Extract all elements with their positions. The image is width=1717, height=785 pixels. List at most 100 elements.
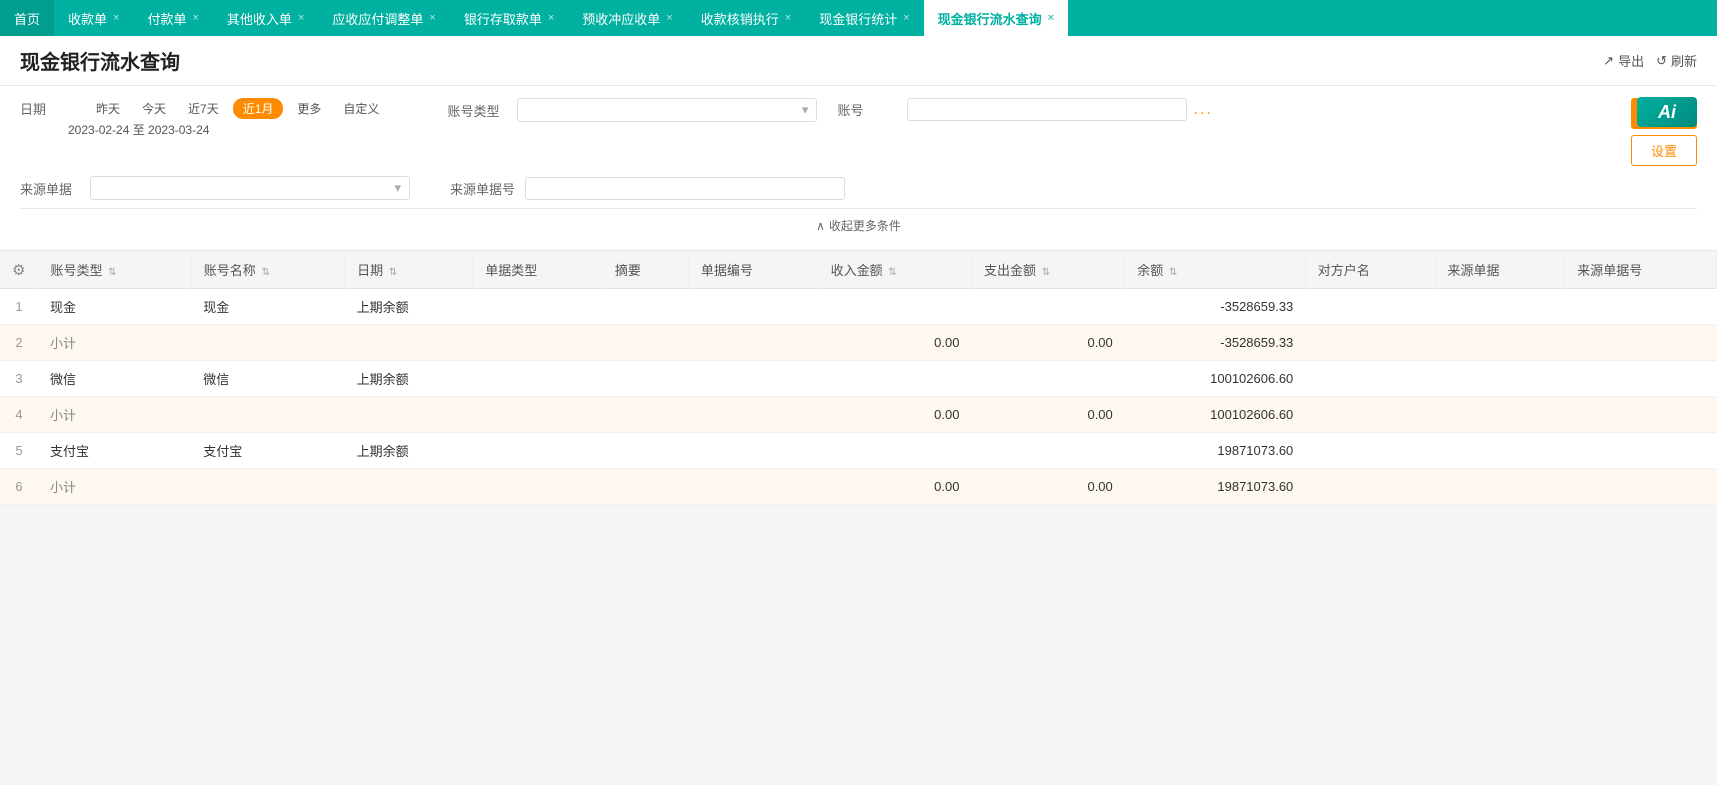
header-actions: ↗ 导出 ↺ 刷新 (1603, 51, 1697, 70)
main-table: ⚙ 账号类型 ⇅ 账号名称 ⇅ 日期 ⇅ 单据类型 摘要 (0, 251, 1717, 505)
cell-date (345, 325, 473, 361)
nav-tab-yingshoutiaozheng[interactable]: 应收应付调整单 × (318, 0, 449, 36)
cell-expense (971, 289, 1124, 325)
date-btn-yesterday[interactable]: 昨天 (88, 98, 128, 119)
col-expense-label: 支出金额 (984, 263, 1036, 278)
nav-close-icon[interactable]: × (903, 12, 909, 24)
nav-tab-shoukuanhexiao[interactable]: 收款核销执行 × (687, 0, 805, 36)
source-doc-num-label: 来源单据号 (450, 179, 515, 198)
settings-button[interactable]: 设置 (1631, 135, 1697, 166)
nav-tab-qitashouru[interactable]: 其他收入单 × (213, 0, 318, 36)
nav-close-icon-active[interactable]: × (1048, 12, 1054, 24)
cell-counter-party (1305, 397, 1435, 433)
cell-balance: 19871073.60 (1125, 469, 1306, 505)
col-source-doc[interactable]: 来源单据 (1435, 251, 1565, 289)
collapse-up-icon: ∧ (816, 219, 825, 233)
top-nav: 首页 收款单 × 付款单 × 其他收入单 × 应收应付调整单 × 银行存取款单 … (0, 0, 1717, 36)
nav-close-icon[interactable]: × (429, 12, 435, 24)
col-doc-type-label: 单据类型 (485, 263, 537, 278)
table-header-row: ⚙ 账号类型 ⇅ 账号名称 ⇅ 日期 ⇅ 单据类型 摘要 (0, 251, 1717, 289)
date-btn-more[interactable]: 更多 (289, 98, 329, 119)
col-summary[interactable]: 摘要 (602, 251, 688, 289)
refresh-label: 刷新 (1671, 51, 1697, 70)
nav-close-icon[interactable]: × (192, 12, 198, 24)
col-account-name[interactable]: 账号名称 ⇅ (191, 251, 344, 289)
filter-area: 日期 昨天 今天 近7天 近1月 更多 自定义 2023-02-24 至 202… (0, 86, 1717, 251)
nav-close-icon[interactable]: × (113, 12, 119, 24)
table-row[interactable]: 2 小计 0.00 0.00 -3528659.33 (0, 325, 1717, 361)
date-btn-custom[interactable]: 自定义 (335, 98, 387, 119)
collapse-button[interactable]: ∧ 收起更多条件 (816, 213, 901, 238)
col-doc-num[interactable]: 单据编号 (688, 251, 818, 289)
nav-close-icon[interactable]: × (548, 12, 554, 24)
cell-date: 上期余额 (345, 289, 473, 325)
cell-doc-type (473, 397, 603, 433)
nav-tab-label: 应收应付调整单 (332, 9, 423, 28)
cell-summary (602, 361, 688, 397)
col-settings[interactable]: ⚙ (0, 251, 38, 289)
account-type-label: 账号类型 (447, 101, 507, 120)
cell-summary (602, 433, 688, 469)
cell-expense: 0.00 (971, 469, 1124, 505)
col-income[interactable]: 收入金额 ⇅ (818, 251, 971, 289)
cell-source-doc (1435, 469, 1565, 505)
account-input[interactable] (907, 98, 1187, 121)
gear-icon[interactable]: ⚙ (12, 262, 25, 279)
table-row[interactable]: 3 微信 微信 上期余额 100102606.60 (0, 361, 1717, 397)
cell-source-doc-num (1565, 469, 1717, 505)
nav-home[interactable]: 首页 (0, 0, 54, 36)
refresh-button[interactable]: ↺ 刷新 (1656, 51, 1697, 70)
export-button[interactable]: ↗ 导出 (1603, 51, 1644, 70)
cell-source-doc (1435, 397, 1565, 433)
nav-home-label: 首页 (14, 9, 40, 28)
cell-balance: 100102606.60 (1125, 361, 1306, 397)
col-doc-num-label: 单据编号 (701, 263, 753, 278)
date-btn-7days[interactable]: 近7天 (180, 98, 227, 119)
cell-income (818, 361, 971, 397)
nav-tab-yushouchong[interactable]: 预收冲应收单 × (568, 0, 686, 36)
sort-icon-income: ⇅ (888, 267, 896, 278)
nav-tab-liushui[interactable]: 现金银行流水查询 × (924, 0, 1068, 36)
date-btn-1month[interactable]: 近1月 (233, 98, 284, 119)
account-dots-btn[interactable]: ... (1193, 101, 1212, 119)
nav-close-icon[interactable]: × (298, 12, 304, 24)
nav-tab-label: 付款单 (147, 9, 186, 28)
cell-source-doc-num (1565, 361, 1717, 397)
nav-tab-yinhangcunqu[interactable]: 银行存取款单 × (450, 0, 568, 36)
chevron-down-icon: ▾ (802, 102, 809, 118)
sort-icon-expense: ⇅ (1042, 267, 1050, 278)
nav-tab-fukuandan[interactable]: 付款单 × (133, 0, 212, 36)
chevron-down-icon-source: ▾ (394, 180, 401, 196)
refresh-icon: ↺ (1656, 53, 1667, 69)
col-balance-label: 余额 (1137, 263, 1163, 278)
cell-income: 0.00 (818, 325, 971, 361)
sort-icon-account-name: ⇅ (261, 267, 269, 278)
account-type-select[interactable]: ▾ (517, 98, 817, 122)
ai-badge[interactable]: Ai (1637, 97, 1697, 127)
cell-expense: 0.00 (971, 325, 1124, 361)
cell-doc-type (473, 325, 603, 361)
cell-account-name (191, 397, 344, 433)
table-row[interactable]: 6 小计 0.00 0.00 19871073.60 (0, 469, 1717, 505)
source-doc-select[interactable]: ▾ (90, 176, 410, 200)
cell-doc-type (473, 469, 603, 505)
nav-tab-xianjinyinhang[interactable]: 现金银行统计 × (805, 0, 923, 36)
col-balance[interactable]: 余额 ⇅ (1125, 251, 1306, 289)
nav-close-icon[interactable]: × (666, 12, 672, 24)
nav-close-icon[interactable]: × (785, 12, 791, 24)
cell-doc-type (473, 433, 603, 469)
table-row[interactable]: 1 现金 现金 上期余额 -3528659.33 (0, 289, 1717, 325)
col-source-doc-num[interactable]: 来源单据号 (1565, 251, 1717, 289)
col-expense[interactable]: 支出金额 ⇅ (971, 251, 1124, 289)
cell-summary (602, 469, 688, 505)
col-counter-party[interactable]: 对方户名 (1305, 251, 1435, 289)
col-account-type[interactable]: 账号类型 ⇅ (38, 251, 191, 289)
table-row[interactable]: 5 支付宝 支付宝 上期余额 19871073.60 (0, 433, 1717, 469)
source-doc-num-input[interactable] (525, 177, 845, 200)
col-doc-type[interactable]: 单据类型 (473, 251, 603, 289)
source-doc-filter: 来源单据 ▾ (20, 176, 410, 200)
nav-tab-shoukuandan[interactable]: 收款单 × (54, 0, 133, 36)
date-btn-today[interactable]: 今天 (134, 98, 174, 119)
col-date[interactable]: 日期 ⇅ (345, 251, 473, 289)
table-row[interactable]: 4 小计 0.00 0.00 100102606.60 (0, 397, 1717, 433)
